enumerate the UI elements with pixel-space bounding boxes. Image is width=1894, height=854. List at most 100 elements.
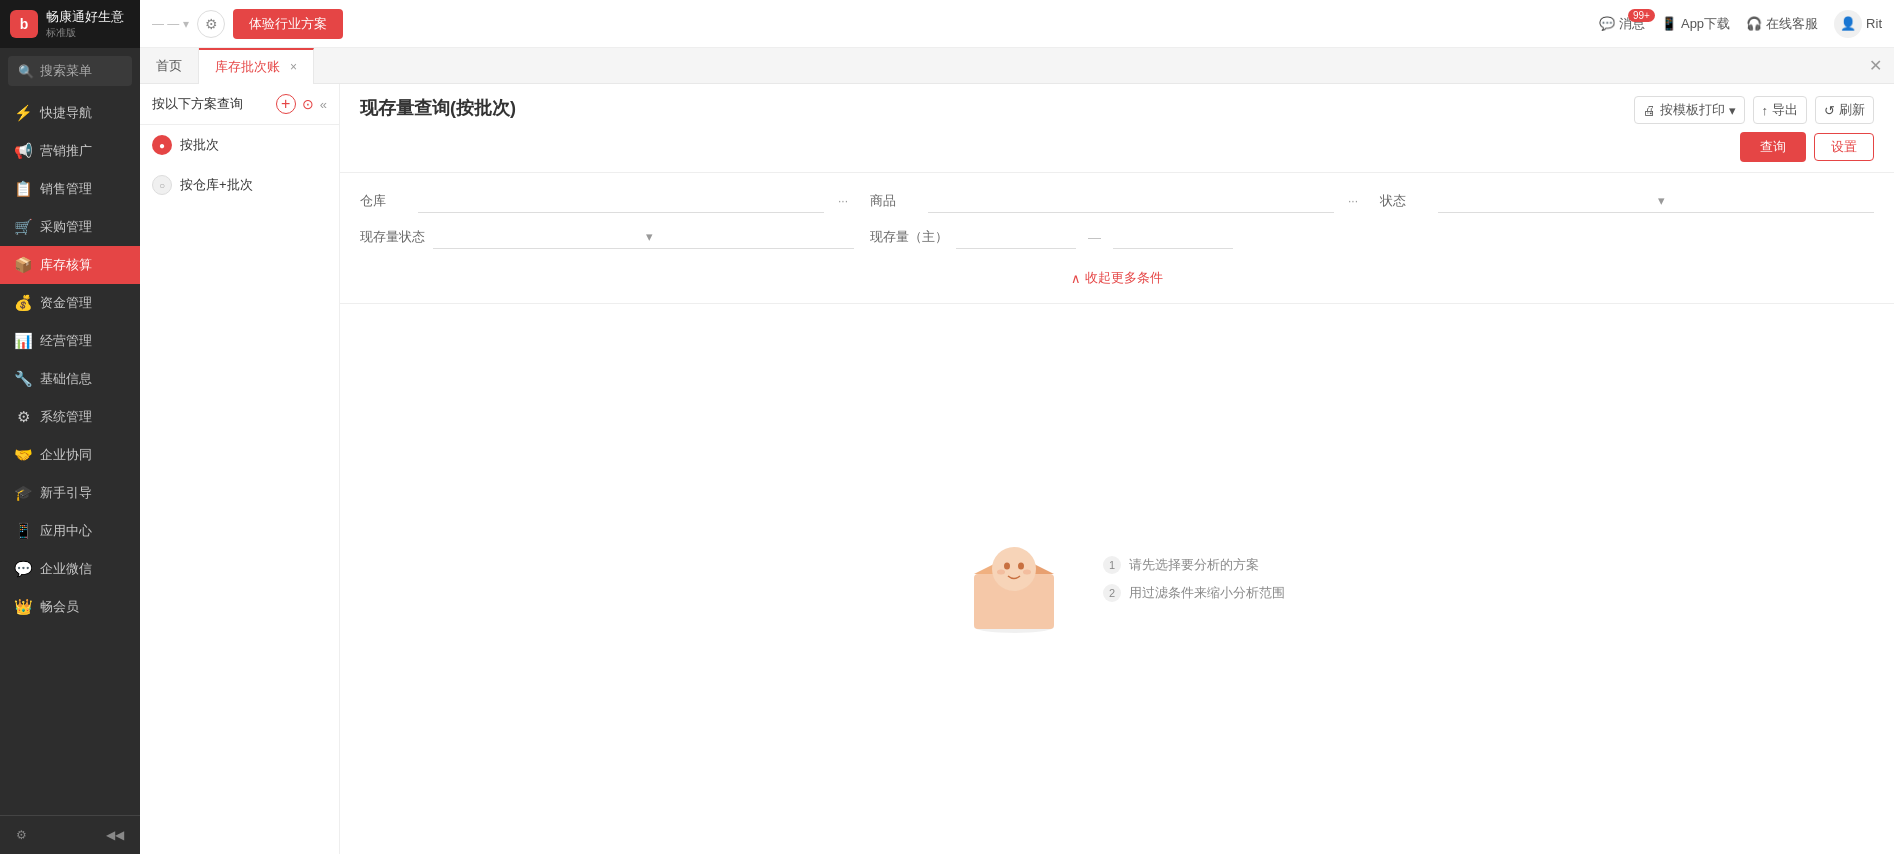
collapse-btn[interactable]: ∧ 收起更多条件 xyxy=(360,261,1874,287)
messages-btn[interactable]: 💬 消息 99+ xyxy=(1599,15,1645,33)
stock-status-chevron-icon: ▾ xyxy=(646,229,849,244)
sidebar-item-wechat[interactable]: 💬 企业微信 xyxy=(0,550,140,588)
dash-separator: — xyxy=(1088,230,1101,245)
sidebar-footer: ⚙ ◀◀ xyxy=(0,815,140,854)
stock-qty-to-input[interactable] xyxy=(1113,225,1233,249)
sidebar-item-label: 企业微信 xyxy=(40,560,92,578)
sidebar-item-label: 销售管理 xyxy=(40,180,92,198)
scroll-up-btn[interactable]: ⚙ xyxy=(10,826,33,844)
sidebar-item-quicknav[interactable]: ⚡ 快捷导航 xyxy=(0,94,140,132)
marketing-icon: 📢 xyxy=(14,142,32,160)
stock-qty-filter-group: 现存量（主） — xyxy=(870,225,1364,249)
stock-status-select[interactable]: ▾ xyxy=(433,225,854,249)
export-icon: ↑ xyxy=(1762,103,1769,118)
sidebar-item-sales[interactable]: 📋 销售管理 xyxy=(0,170,140,208)
scheme-by-batch[interactable]: ● 按批次 xyxy=(140,125,339,165)
sidebar-item-finance[interactable]: 💰 资金管理 xyxy=(0,284,140,322)
message-badge: 99+ xyxy=(1628,9,1655,22)
sidebar-item-system[interactable]: ⚙ 系统管理 xyxy=(0,398,140,436)
gear-icon: ⚙ xyxy=(205,16,218,32)
sidebar-nav: ⚡ 快捷导航 📢 营销推广 📋 销售管理 🛒 采购管理 📦 库存核算 💰 资金管… xyxy=(0,94,140,815)
sidebar-item-inventory[interactable]: 📦 库存核算 xyxy=(0,246,140,284)
print-btn[interactable]: 🖨 按模板打印 ▾ xyxy=(1634,96,1745,124)
tip-1-num: 1 xyxy=(1103,556,1121,574)
sidebar-item-basics[interactable]: 🔧 基础信息 xyxy=(0,360,140,398)
tab-inventory-batch[interactable]: 库存批次账 × xyxy=(199,48,314,84)
tab-close-btn[interactable]: × xyxy=(290,60,297,74)
download-icon: 📱 xyxy=(1661,16,1677,31)
settings-btn[interactable]: 设置 xyxy=(1814,133,1874,161)
sidebar-item-marketing[interactable]: 📢 营销推广 xyxy=(0,132,140,170)
topbar: — — ▾ ⚙ 体验行业方案 💬 消息 99+ 📱 App下载 🎧 在线客服 xyxy=(140,0,1894,48)
refresh-icon: ↺ xyxy=(1824,103,1835,118)
svg-point-5 xyxy=(1004,563,1010,570)
tip-1-text: 请先选择要分析的方案 xyxy=(1129,556,1259,574)
tab-home-label: 首页 xyxy=(156,57,182,75)
tab-home[interactable]: 首页 xyxy=(140,48,199,84)
app-logo: b xyxy=(10,10,38,38)
empty-tip-2: 2 用过滤条件来缩小分析范围 xyxy=(1103,584,1285,602)
gear-btn[interactable]: ⚙ xyxy=(197,10,225,38)
user-avatar-btn[interactable]: 👤 Rit xyxy=(1834,10,1882,38)
stock-status-label: 现存量状态 xyxy=(360,228,425,246)
product-more-btn[interactable]: ··· xyxy=(1342,192,1364,210)
sidebar-item-enterprise[interactable]: 🤝 企业协同 xyxy=(0,436,140,474)
status-select[interactable]: ▾ xyxy=(1438,189,1874,213)
empty-content: 1 请先选择要分析的方案 2 用过滤条件来缩小分析范围 xyxy=(949,519,1285,639)
right-content: 现存量查询(按批次) 🖨 按模板打印 ▾ ↑ 导出 xyxy=(340,84,1894,854)
warehouse-more-btn[interactable]: ··· xyxy=(832,192,854,210)
online-service-label: 在线客服 xyxy=(1766,15,1818,33)
sidebar-item-label: 经营管理 xyxy=(40,332,92,350)
page-title: 现存量查询(按批次) xyxy=(360,96,516,120)
sidebar-item-label: 快捷导航 xyxy=(40,104,92,122)
scheme-settings-btn[interactable]: ⊙ xyxy=(302,96,314,112)
app-download-btn[interactable]: 📱 App下载 xyxy=(1661,15,1730,33)
online-service-btn[interactable]: 🎧 在线客服 xyxy=(1746,15,1818,33)
collapse-panel-btn[interactable]: « xyxy=(320,97,327,112)
collapse-chevron-icon: ∧ xyxy=(1071,271,1081,286)
avatar-icon: 👤 xyxy=(1840,16,1856,31)
sidebar-item-management[interactable]: 📊 经营管理 xyxy=(0,322,140,360)
search-icon: 🔍 xyxy=(18,64,34,79)
tab-bar: 首页 库存批次账 × ✕ xyxy=(140,48,1894,84)
sidebar-item-guide[interactable]: 🎓 新手引导 xyxy=(0,474,140,512)
warehouse-input[interactable] xyxy=(418,189,824,213)
vip-icon: 👑 xyxy=(14,598,32,616)
scheme-active-icon: ● xyxy=(152,135,172,155)
add-scheme-btn[interactable]: + xyxy=(276,94,296,114)
sidebar-item-label: 畅会员 xyxy=(40,598,79,616)
user-name: Rit xyxy=(1866,16,1882,31)
tab-close-all-btn[interactable]: ✕ xyxy=(1857,56,1894,75)
sidebar-header: b 畅康通好生意 标准版 xyxy=(0,0,140,48)
empty-illustration xyxy=(949,519,1079,639)
empty-tip-1: 1 请先选择要分析的方案 xyxy=(1103,556,1285,574)
export-btn[interactable]: ↑ 导出 xyxy=(1753,96,1808,124)
query-btn[interactable]: 查询 xyxy=(1740,132,1806,162)
refresh-btn[interactable]: ↺ 刷新 xyxy=(1815,96,1874,124)
svg-point-8 xyxy=(1023,570,1031,575)
sidebar-item-apps[interactable]: 📱 应用中心 xyxy=(0,512,140,550)
empty-state: 1 请先选择要分析的方案 2 用过滤条件来缩小分析范围 xyxy=(340,304,1894,854)
scheme-by-warehouse-batch[interactable]: ○ 按仓库+批次 xyxy=(140,165,339,205)
sidebar-item-label: 资金管理 xyxy=(40,294,92,312)
filter-row-2: 现存量状态 ▾ 现存量（主） — xyxy=(360,225,1874,249)
search-menu-item[interactable]: 🔍 搜索菜单 xyxy=(8,56,132,86)
sidebar-item-vip[interactable]: 👑 畅会员 xyxy=(0,588,140,626)
breadcrumb: — — ▾ xyxy=(152,17,189,31)
sidebar-item-label: 基础信息 xyxy=(40,370,92,388)
status-label: 状态 xyxy=(1380,192,1430,210)
svg-point-4 xyxy=(992,547,1036,591)
sidebar-item-label: 营销推广 xyxy=(40,142,92,160)
product-input[interactable] xyxy=(928,189,1334,213)
stock-qty-from-input[interactable] xyxy=(956,225,1076,249)
experience-btn[interactable]: 体验行业方案 xyxy=(233,9,343,39)
print-chevron-icon: ▾ xyxy=(1729,103,1736,118)
scroll-down-btn[interactable]: ◀◀ xyxy=(100,826,130,844)
system-icon: ⚙ xyxy=(14,408,32,426)
empty-svg xyxy=(949,519,1079,639)
wechat-icon: 💬 xyxy=(14,560,32,578)
left-panel-header: 按以下方案查询 + ⊙ « xyxy=(140,84,339,125)
warehouse-filter-group: 仓库 ··· xyxy=(360,189,854,213)
filter-area: 仓库 ··· 商品 ··· 状态 ▾ xyxy=(340,173,1894,304)
sidebar-item-purchase[interactable]: 🛒 采购管理 xyxy=(0,208,140,246)
